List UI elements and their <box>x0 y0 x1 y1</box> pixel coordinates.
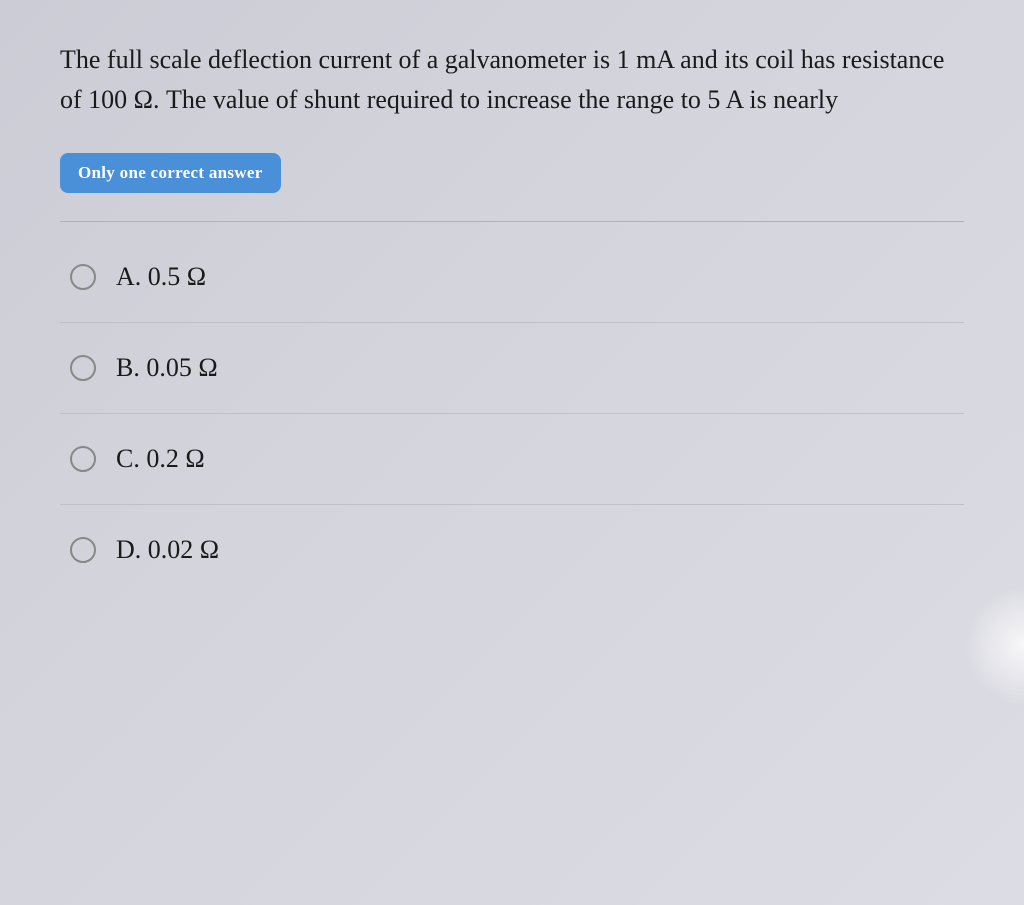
radio-circle-d[interactable] <box>70 537 96 563</box>
option-d-label: D. 0.02 Ω <box>116 535 219 565</box>
option-a-label: A. 0.5 Ω <box>116 262 206 292</box>
page-container: The full scale deflection current of a g… <box>0 0 1024 905</box>
option-b-label: B. 0.05 Ω <box>116 353 218 383</box>
options-list: A. 0.5 Ω B. 0.05 Ω C. 0.2 Ω D. 0.02 Ω <box>60 232 964 595</box>
radio-circle-a[interactable] <box>70 264 96 290</box>
option-b[interactable]: B. 0.05 Ω <box>60 323 964 414</box>
option-d[interactable]: D. 0.02 Ω <box>60 505 964 595</box>
option-a[interactable]: A. 0.5 Ω <box>60 232 964 323</box>
section-divider <box>60 221 964 222</box>
option-c[interactable]: C. 0.2 Ω <box>60 414 964 505</box>
radio-circle-c[interactable] <box>70 446 96 472</box>
only-one-correct-badge: Only one correct answer <box>60 153 281 193</box>
badge-container: Only one correct answer <box>60 153 964 193</box>
question-text: The full scale deflection current of a g… <box>60 40 964 121</box>
option-c-label: C. 0.2 Ω <box>116 444 205 474</box>
radio-circle-b[interactable] <box>70 355 96 381</box>
